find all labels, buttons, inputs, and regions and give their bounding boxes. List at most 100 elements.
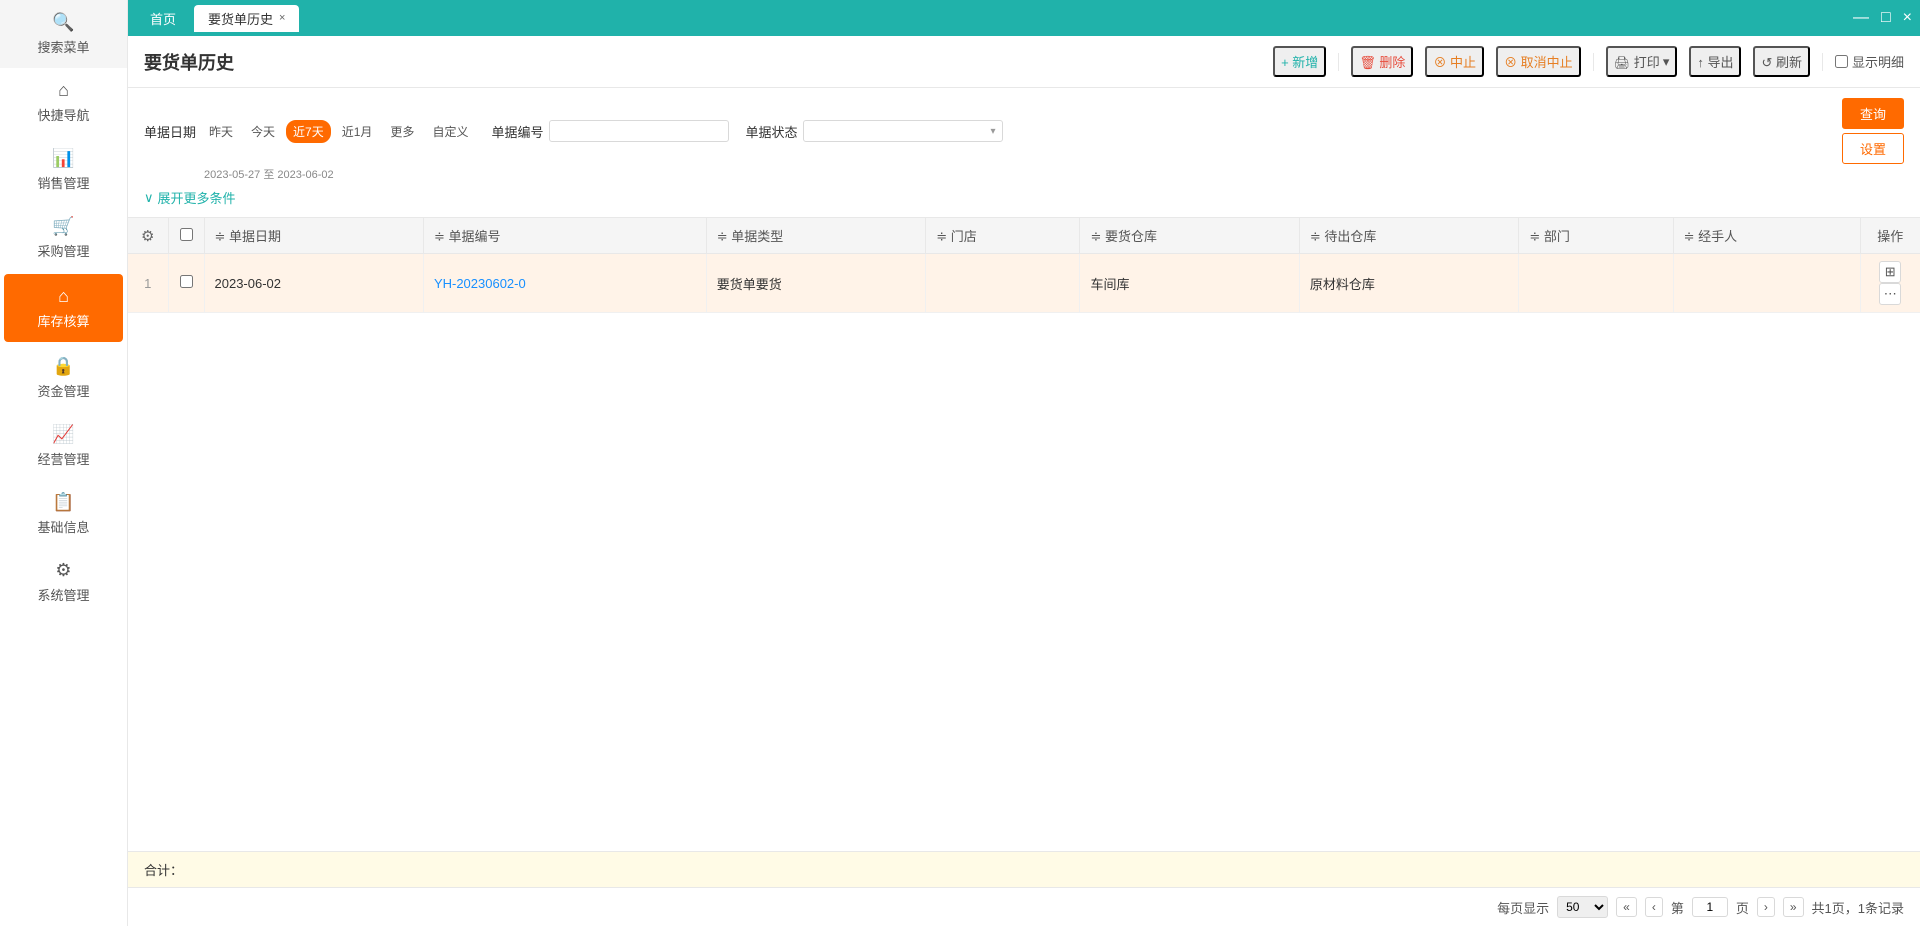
window-minimize-icon[interactable]: — — [1853, 9, 1869, 27]
sidebar-item-basic-info[interactable]: 📋 基础信息 — [0, 480, 127, 548]
cell-doc-type: 要货单要货 — [706, 254, 925, 313]
inventory-icon: ⌂ — [58, 286, 69, 307]
sidebar-item-label: 资金管理 — [37, 381, 89, 400]
row-more-btn[interactable]: ⋯ — [1879, 283, 1901, 305]
cell-store — [926, 254, 1080, 313]
next-page-btn[interactable]: › — [1757, 897, 1775, 917]
last7days-btn[interactable]: 近7天 — [286, 120, 331, 143]
delete-button[interactable]: 🗑 删除 — [1351, 46, 1413, 77]
row-view-btn[interactable]: ⊞ — [1879, 261, 1901, 283]
sidebar-item-sales[interactable]: 📊 销售管理 — [0, 136, 127, 204]
toolbar-divider-3 — [1822, 53, 1823, 71]
query-button[interactable]: 查询 — [1842, 98, 1904, 129]
date-range-text: 2023-05-27 至 2023-06-02 — [204, 169, 334, 181]
content: 要货单历史 + 新增 🗑 删除 ⊗ 中止 ⊗ 取消中止 🖨 打印 ▾ ↑ 导出 … — [128, 36, 1920, 926]
sidebar-item-operations[interactable]: 📈 经营管理 — [0, 412, 127, 480]
th-store: ≑ 门店 — [926, 218, 1080, 254]
cell-doc-no: YH-20230602-0 — [423, 254, 706, 313]
toolbar: + 新增 🗑 删除 ⊗ 中止 ⊗ 取消中止 🖨 打印 ▾ ↑ 导出 ↺ 刷新 显… — [1273, 46, 1904, 77]
th-pending-warehouse: ≑ 待出仓库 — [1299, 218, 1518, 254]
sidebar-item-label: 销售管理 — [37, 173, 89, 192]
sidebar-item-finance[interactable]: 🔒 资金管理 — [0, 344, 127, 412]
new-button[interactable]: + 新增 — [1273, 46, 1326, 77]
gear-icon[interactable]: ⚙ — [141, 228, 154, 245]
stop-button[interactable]: ⊗ 中止 — [1425, 46, 1484, 77]
display-detail-checkbox[interactable] — [1835, 55, 1848, 68]
search-menu-icon: 🔍 — [52, 12, 74, 33]
doc-no-input[interactable] — [549, 120, 729, 142]
action-area: 查询 设置 — [1842, 98, 1904, 164]
first-page-btn[interactable]: « — [1616, 897, 1637, 917]
toolbar-divider-1 — [1338, 53, 1339, 71]
th-store-label: ≑ 门店 — [936, 229, 977, 244]
doc-status-select[interactable] — [803, 120, 1003, 142]
expand-more-btn[interactable]: ∨ 展开更多条件 — [144, 188, 1904, 207]
tab-home[interactable]: 首页 — [136, 5, 190, 32]
th-doc-date-label: ≑ 单据日期 — [215, 229, 282, 244]
display-detail-label: 显示明细 — [1852, 52, 1904, 71]
display-detail-checkbox-label[interactable]: 显示明细 — [1835, 52, 1904, 71]
total-info: 共1页，1条记录 — [1812, 898, 1904, 917]
tab-close-icon[interactable]: × — [279, 12, 285, 24]
table-header: ⚙ ≑ 单据日期 ≑ 单据编号 ≑ 单据类型 — [128, 218, 1920, 254]
export-button[interactable]: ↑ 导出 — [1689, 46, 1741, 77]
cell-pending-warehouse: 原材料仓库 — [1299, 254, 1518, 313]
page-suffix: 页 — [1736, 898, 1749, 917]
expand-more-icon: ∨ — [144, 190, 154, 206]
finance-icon: 🔒 — [52, 356, 74, 377]
last1month-btn[interactable]: 近1月 — [335, 120, 380, 143]
table-area: ⚙ ≑ 单据日期 ≑ 单据编号 ≑ 单据类型 — [128, 218, 1920, 851]
more-btn[interactable]: 更多 — [383, 120, 421, 143]
tab-active[interactable]: 要货单历史 × — [194, 5, 299, 32]
current-page-input[interactable] — [1692, 897, 1728, 917]
operations-icon: 📈 — [52, 424, 74, 445]
print-dropdown-icon[interactable]: ▾ — [1663, 54, 1670, 70]
purchase-icon: 🛒 — [52, 216, 74, 237]
sidebar-item-label: 经营管理 — [37, 449, 89, 468]
prev-page-btn[interactable]: ‹ — [1645, 897, 1663, 917]
row-checkbox[interactable] — [180, 275, 193, 288]
select-all-checkbox[interactable] — [180, 228, 193, 241]
cell-req-warehouse: 车间库 — [1080, 254, 1299, 313]
today-btn[interactable]: 今天 — [244, 120, 282, 143]
settings-button[interactable]: 设置 — [1842, 133, 1904, 164]
sidebar-item-purchase[interactable]: 🛒 采购管理 — [0, 204, 127, 272]
sidebar-item-quick-nav[interactable]: ⌂ 快捷导航 — [0, 68, 127, 136]
last-page-btn[interactable]: » — [1783, 897, 1804, 917]
page-title: 要货单历史 — [144, 49, 1273, 75]
yesterday-btn[interactable]: 昨天 — [202, 120, 240, 143]
sidebar-item-system[interactable]: ⚙ 系统管理 — [0, 548, 127, 616]
th-doc-no: ≑ 单据编号 — [423, 218, 706, 254]
main-area: 首页 要货单历史 × — □ × 要货单历史 + 新增 🗑 删除 ⊗ 中止 ⊗ … — [128, 0, 1920, 926]
th-doc-no-label: ≑ 单据编号 — [434, 229, 501, 244]
sidebar-item-label: 采购管理 — [37, 241, 89, 260]
th-doc-date: ≑ 单据日期 — [204, 218, 423, 254]
cell-doc-date: 2023-06-02 — [204, 254, 423, 313]
tab-bar: 首页 要货单历史 × — □ × — [128, 0, 1920, 36]
refresh-button[interactable]: ↺ 刷新 — [1753, 46, 1810, 77]
window-maximize-icon[interactable]: □ — [1881, 9, 1891, 27]
sidebar-item-search-menu[interactable]: 🔍 搜索菜单 — [0, 0, 127, 68]
date-range-btns: 昨天 今天 近7天 近1月 更多 自定义 — [202, 120, 475, 143]
filter-area: 单据日期 昨天 今天 近7天 近1月 更多 自定义 单据编号 — [128, 88, 1920, 218]
sidebar-item-inventory[interactable]: ⌂ 库存核算 — [4, 274, 123, 342]
per-page-select[interactable]: 50 10 20 100 — [1557, 896, 1608, 918]
expand-more-label: 展开更多条件 — [158, 188, 236, 207]
sales-icon: 📊 — [52, 148, 74, 169]
print-button[interactable]: 🖨 打印 ▾ — [1606, 46, 1678, 77]
sidebar-item-label: 快捷导航 — [37, 105, 89, 124]
cancel-stop-button[interactable]: ⊗ 取消中止 — [1496, 46, 1581, 77]
doc-no-link[interactable]: YH-20230602-0 — [434, 276, 526, 291]
th-handler: ≑ 经手人 — [1673, 218, 1860, 254]
th-ops: 操作 — [1860, 218, 1920, 254]
filter-doc-status: 单据状态 ▾ — [745, 120, 1003, 142]
th-req-warehouse-label: ≑ 要货仓库 — [1090, 229, 1157, 244]
cell-num: 1 — [128, 254, 168, 313]
window-close-icon[interactable]: × — [1903, 9, 1912, 27]
print-label: 🖨 打印 — [1614, 52, 1660, 71]
tab-active-label: 要货单历史 — [208, 9, 273, 28]
custom-btn[interactable]: 自定义 — [425, 120, 475, 143]
basic-info-icon: 📋 — [52, 492, 74, 513]
th-req-warehouse: ≑ 要货仓库 — [1080, 218, 1299, 254]
table-row: 1 2023-06-02 YH-20230602-0 要货单要货 车间库 原材料… — [128, 254, 1920, 313]
